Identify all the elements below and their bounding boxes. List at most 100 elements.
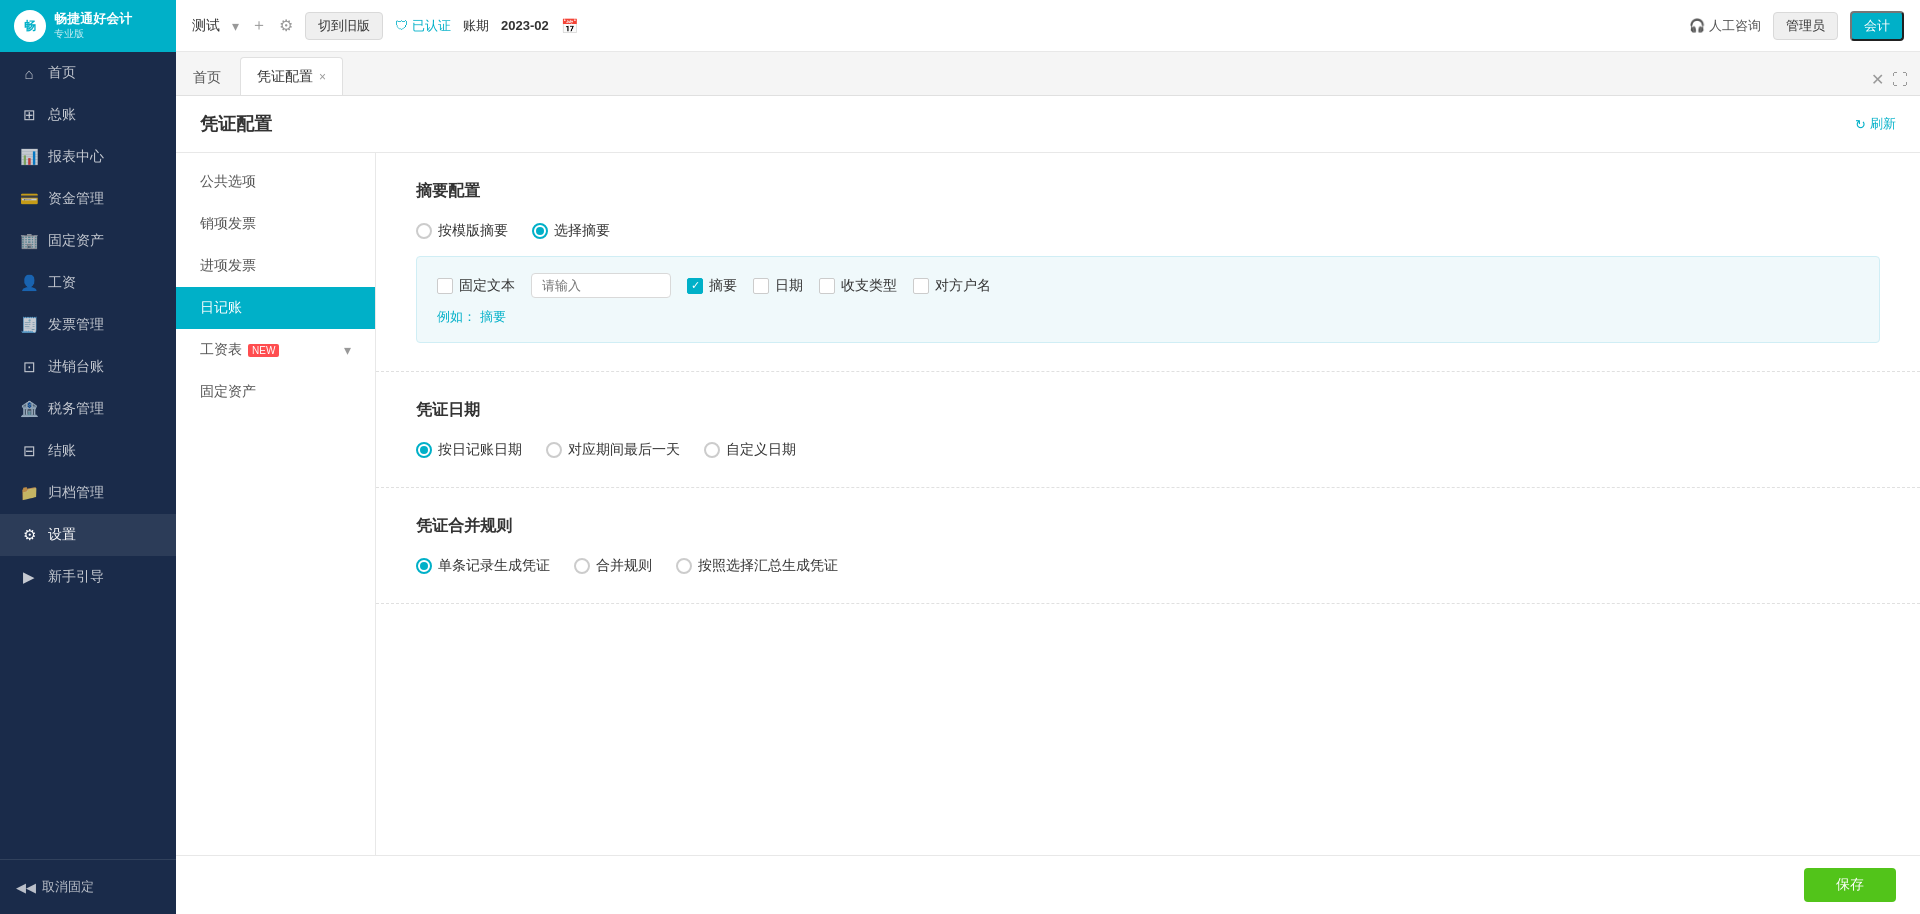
manager-button[interactable]: 管理员 — [1773, 12, 1838, 40]
radio-journal-label: 按日记账日期 — [438, 441, 522, 459]
radio-single-circle — [416, 558, 432, 574]
radio-select-circle — [532, 223, 548, 239]
certified-label: 已认证 — [412, 17, 451, 35]
sidebar-logo: 畅 畅捷通好会计 专业版 — [0, 0, 176, 52]
logo-icon: 畅 — [14, 10, 46, 42]
sidebar-item-home[interactable]: ⌂ 首页 — [0, 52, 176, 94]
tab-home[interactable]: 首页 — [176, 59, 238, 95]
company-name: 测试 — [192, 17, 220, 35]
left-nav-purchase-invoice[interactable]: 进项发票 — [176, 245, 375, 287]
left-nav-public[interactable]: 公共选项 — [176, 161, 375, 203]
merge-radio-by-selection[interactable]: 按照选择汇总生成凭证 — [676, 557, 838, 575]
sales-icon: ⊡ — [20, 358, 38, 376]
summary-section: 摘要配置 按模版摘要 选择摘要 — [376, 153, 1920, 372]
page-title: 凭证配置 — [200, 112, 272, 152]
radio-custom-circle — [704, 442, 720, 458]
top-bar-right: 🎧 人工咨询 管理员 会计 — [1689, 11, 1904, 41]
checkbox-type[interactable]: 收支类型 — [819, 277, 897, 295]
sidebar-item-label: 报表中心 — [48, 148, 104, 166]
sidebar-item-label: 工资 — [48, 274, 76, 292]
summary-radio-template[interactable]: 按模版摘要 — [416, 222, 508, 240]
sidebar-item-funds[interactable]: 💳 资金管理 — [0, 178, 176, 220]
radio-period-last-label: 对应期间最后一天 — [568, 441, 680, 459]
tab-home-label: 首页 — [193, 69, 221, 87]
checkbox-counterpart[interactable]: 对方户名 — [913, 277, 991, 295]
new-badge: NEW — [248, 344, 279, 357]
merge-radio-rule[interactable]: 合并规则 — [574, 557, 652, 575]
left-nav-sales-invoice[interactable]: 销项发票 — [176, 203, 375, 245]
radio-by-selection-label: 按照选择汇总生成凭证 — [698, 557, 838, 575]
sidebar-item-close[interactable]: ⊟ 结账 — [0, 430, 176, 472]
merge-radio-single[interactable]: 单条记录生成凭证 — [416, 557, 550, 575]
cancel-fixed-button[interactable]: ◀◀ 取消固定 — [0, 870, 176, 904]
tab-bar: 首页 凭证配置 × ✕ ⛶ — [176, 52, 1920, 96]
date-radio-group: 按日记账日期 对应期间最后一天 自定义日期 — [416, 441, 1880, 459]
gear-icon[interactable]: ⚙ — [279, 16, 293, 35]
tab-voucher-config[interactable]: 凭证配置 × — [240, 57, 343, 95]
left-nav-payroll-table[interactable]: 工资表 NEW ▾ — [176, 329, 375, 371]
consult-button[interactable]: 🎧 人工咨询 — [1689, 17, 1761, 35]
switch-old-button[interactable]: 切到旧版 — [305, 12, 383, 40]
assets-icon: 🏢 — [20, 232, 38, 250]
sidebar-item-label: 新手引导 — [48, 568, 104, 586]
merge-section: 凭证合并规则 单条记录生成凭证 合并规则 按照选择汇总生成凭证 — [376, 488, 1920, 604]
date-radio-journal[interactable]: 按日记账日期 — [416, 441, 522, 459]
right-content: 摘要配置 按模版摘要 选择摘要 — [376, 153, 1920, 855]
counterpart-label: 对方户名 — [935, 277, 991, 295]
sidebar-item-settings[interactable]: ⚙ 设置 — [0, 514, 176, 556]
calendar-icon[interactable]: 📅 — [561, 18, 578, 34]
left-nav-fixed-assets[interactable]: 固定资产 — [176, 371, 375, 413]
sidebar-item-label: 归档管理 — [48, 484, 104, 502]
tab-close-icon[interactable]: × — [319, 70, 326, 84]
sidebar-item-reports[interactable]: 📊 报表中心 — [0, 136, 176, 178]
sidebar-item-sales[interactable]: ⊡ 进销台账 — [0, 346, 176, 388]
page-footer: 保存 — [176, 855, 1920, 914]
close-window-icon[interactable]: ✕ — [1871, 70, 1884, 89]
sidebar-item-archive[interactable]: 📁 归档管理 — [0, 472, 176, 514]
sidebar-item-invoice-mgmt[interactable]: 🧾 发票管理 — [0, 304, 176, 346]
sidebar-bottom: ◀◀ 取消固定 — [0, 859, 176, 914]
sidebar-item-label: 结账 — [48, 442, 76, 460]
date-radio-period-last[interactable]: 对应期间最后一天 — [546, 441, 680, 459]
merge-title: 凭证合并规则 — [416, 516, 1880, 537]
arrow-left-icon: ◀◀ — [16, 880, 36, 895]
sidebar-item-guide[interactable]: ▶ 新手引导 — [0, 556, 176, 598]
merge-radio-group: 单条记录生成凭证 合并规则 按照选择汇总生成凭证 — [416, 557, 1880, 575]
radio-single-label: 单条记录生成凭证 — [438, 557, 550, 575]
checkbox-counterpart-box — [913, 278, 929, 294]
sidebar-item-tax[interactable]: 🏦 税务管理 — [0, 388, 176, 430]
radio-by-selection-circle — [676, 558, 692, 574]
refresh-label: 刷新 — [1870, 115, 1896, 133]
refresh-button[interactable]: ↻ 刷新 — [1855, 115, 1896, 149]
payroll-table-label: 工资表 — [200, 341, 242, 359]
left-nav-journal[interactable]: 日记账 — [176, 287, 375, 329]
add-icon[interactable]: ＋ — [251, 15, 267, 36]
fixed-text-input[interactable] — [531, 273, 671, 298]
summary-radio-select[interactable]: 选择摘要 — [532, 222, 610, 240]
settings-icon: ⚙ — [20, 526, 38, 544]
date-radio-custom[interactable]: 自定义日期 — [704, 441, 796, 459]
sidebar-item-ledger[interactable]: ⊞ 总账 — [0, 94, 176, 136]
payroll-icon: 👤 — [20, 274, 38, 292]
expand-window-icon[interactable]: ⛶ — [1892, 71, 1908, 89]
save-button[interactable]: 保存 — [1804, 868, 1896, 902]
checkbox-fixed-text[interactable]: 固定文本 — [437, 277, 515, 295]
accountant-button[interactable]: 会计 — [1850, 11, 1904, 41]
sidebar-item-label: 资金管理 — [48, 190, 104, 208]
summary-label: 摘要 — [709, 277, 737, 295]
checkbox-summary[interactable]: 摘要 — [687, 277, 737, 295]
left-nav: 公共选项 销项发票 进项发票 日记账 工资表 NEW ▾ 固定资产 — [176, 153, 376, 855]
radio-select-label: 选择摘要 — [554, 222, 610, 240]
radio-template-label: 按模版摘要 — [438, 222, 508, 240]
dropdown-icon[interactable]: ▾ — [232, 18, 239, 34]
radio-rule-circle — [574, 558, 590, 574]
summary-config-row: 固定文本 摘要 日期 — [437, 273, 1859, 298]
tab-voucher-config-label: 凭证配置 — [257, 68, 313, 86]
sidebar-item-payroll[interactable]: 👤 工资 — [0, 262, 176, 304]
radio-custom-label: 自定义日期 — [726, 441, 796, 459]
close-period-icon: ⊟ — [20, 442, 38, 460]
sidebar-item-assets[interactable]: 🏢 固定资产 — [0, 220, 176, 262]
checkbox-date[interactable]: 日期 — [753, 277, 803, 295]
payroll-table-expand-icon[interactable]: ▾ — [344, 342, 351, 358]
radio-rule-label: 合并规则 — [596, 557, 652, 575]
